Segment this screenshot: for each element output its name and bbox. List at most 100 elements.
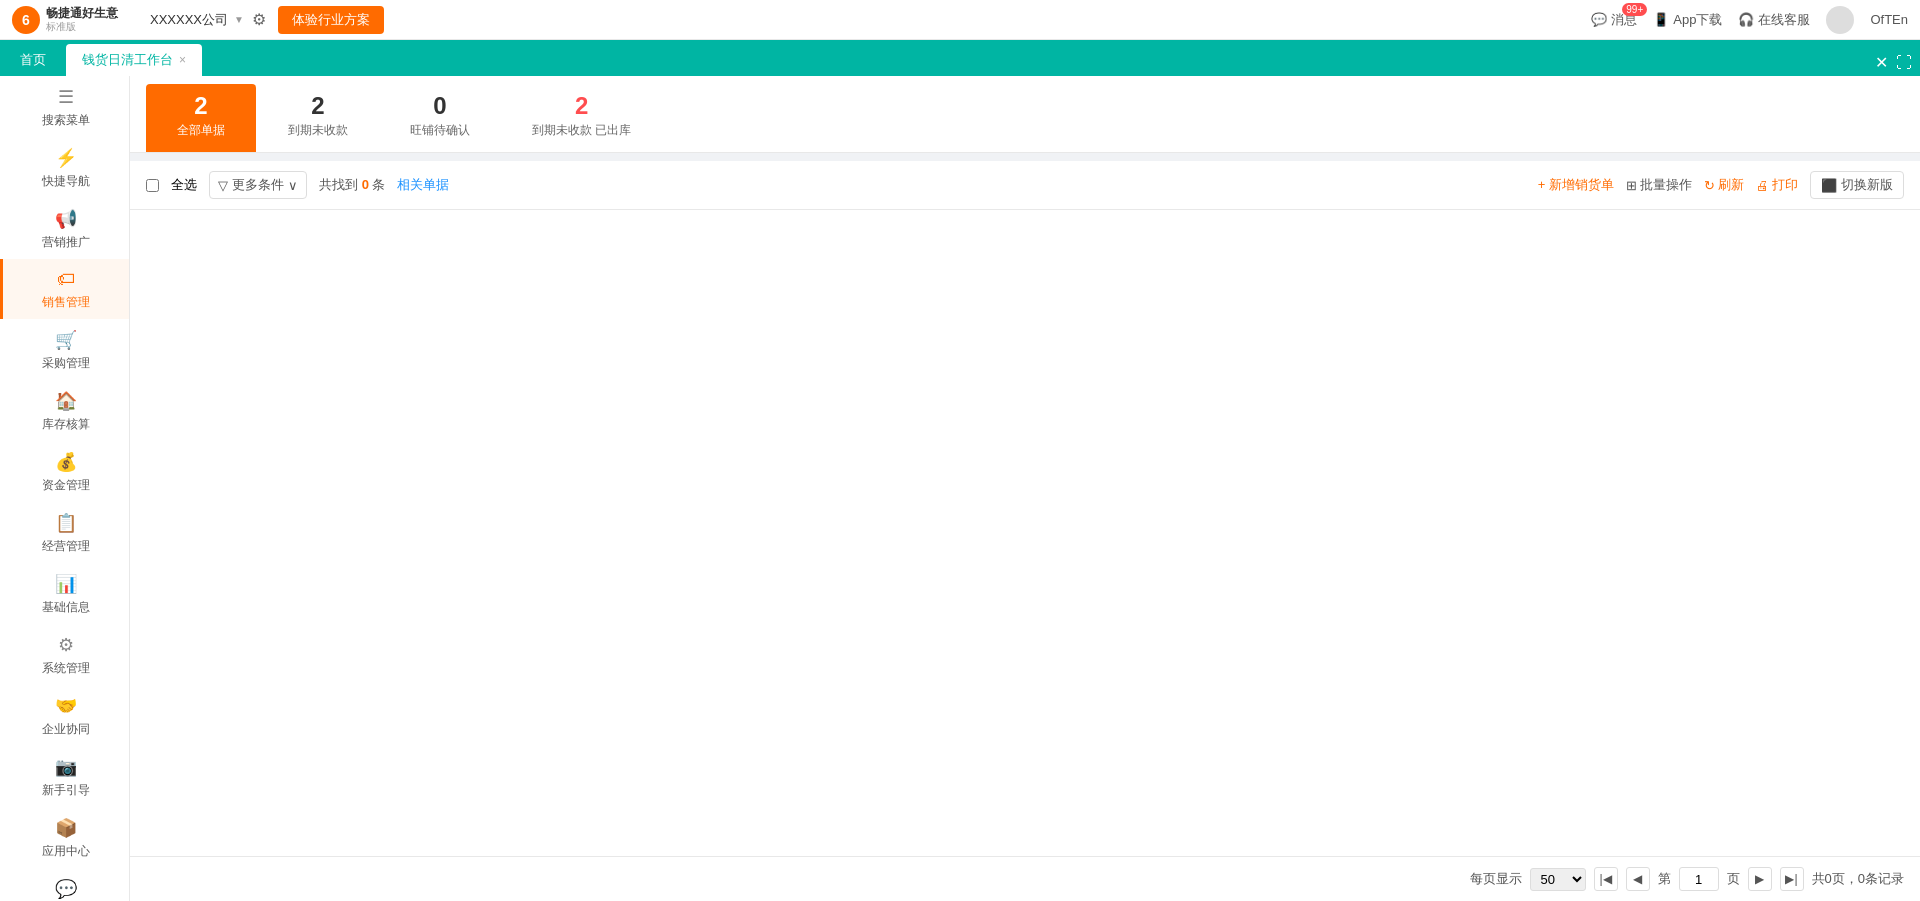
sidebar-item-app-center[interactable]: 📦 应用中心	[0, 807, 129, 868]
message-action[interactable]: 💬 消息 99+	[1591, 11, 1637, 29]
stat-tab-wangpu[interactable]: 0 旺铺待确认	[380, 84, 500, 152]
sidebar-item-marketing[interactable]: 📢 营销推广	[0, 198, 129, 259]
batch-icon: ⊞	[1626, 178, 1637, 193]
stat-tab-overdue[interactable]: 2 到期未收款	[258, 84, 378, 152]
next-page-button[interactable]: ▶	[1748, 867, 1772, 891]
sidebar-item-sales[interactable]: 🏷 销售管理	[0, 259, 129, 319]
tab-home[interactable]: 首页	[4, 44, 62, 76]
stat-tab-unshipped[interactable]: 2 到期未收款 已出库	[502, 84, 661, 152]
window-close-icon[interactable]: ✕	[1875, 53, 1888, 72]
new-sales-order-button[interactable]: + 新增销货单	[1538, 176, 1614, 194]
stat-num-wangpu: 0	[433, 92, 446, 120]
select-all-label: 全选	[171, 176, 197, 194]
nav-tabs: 首页 钱货日清工作台 × ✕ ⛶	[0, 40, 1920, 76]
headset-icon: 🎧	[1738, 12, 1754, 27]
filter-arrow-icon: ∨	[288, 178, 298, 193]
guide-icon: 📷	[55, 756, 77, 778]
company-selector[interactable]: XXXXXX公司 ▼	[150, 11, 244, 29]
operations-icon: 📋	[55, 512, 77, 534]
filter-label: 更多条件	[232, 176, 284, 194]
stat-num-all: 2	[194, 92, 207, 120]
trial-button[interactable]: 体验行业方案	[278, 6, 384, 34]
app-download-action[interactable]: 📱 App下载	[1653, 11, 1722, 29]
tab-close-icon[interactable]: ×	[179, 53, 186, 67]
print-icon: 🖨	[1756, 178, 1769, 193]
stat-tab-all[interactable]: 2 全部单据	[146, 84, 256, 152]
sidebar-item-basic-info[interactable]: 📊 基础信息	[0, 563, 129, 624]
system-icon: ⚙	[58, 634, 74, 656]
logo-area: 6 畅捷通好生意 标准版	[12, 6, 142, 34]
sidebar-item-guide[interactable]: 📷 新手引导	[0, 746, 129, 807]
related-records-link[interactable]: 相关单据	[397, 176, 449, 194]
company-name: XXXXXX公司	[150, 11, 228, 29]
quick-nav-icon: ⚡	[55, 147, 77, 169]
logo-icon: 6	[12, 6, 40, 34]
stats-tabs: 2 全部单据 2 到期未收款 0 旺铺待确认 2 到期未收款 已出库	[130, 76, 1920, 153]
total-info: 共0页，0条记录	[1812, 870, 1904, 888]
tab-active[interactable]: 钱货日清工作台 ×	[66, 44, 202, 76]
filter-button[interactable]: ▽ 更多条件 ∨	[209, 171, 307, 199]
page-unit: 页	[1727, 870, 1740, 888]
chevron-down-icon: ▼	[234, 14, 244, 25]
sidebar-item-wechat[interactable]: 💬 企业微信	[0, 868, 129, 901]
found-count: 0	[362, 177, 369, 192]
select-all-checkbox[interactable]	[146, 179, 159, 192]
stat-num-unshipped: 2	[575, 92, 588, 120]
app-download-label: App下载	[1673, 11, 1722, 29]
purchase-icon: 🛒	[55, 329, 77, 351]
stat-label-wangpu: 旺铺待确认	[410, 122, 470, 139]
nav-right-actions: ✕ ⛶	[1875, 53, 1920, 76]
header-right: 💬 消息 99+ 📱 App下载 🎧 在线客服 OfTEn	[1591, 6, 1908, 34]
page-number-input[interactable]	[1679, 867, 1719, 891]
switch-version-button[interactable]: ⬛ 切换新版	[1810, 171, 1904, 199]
sidebar-item-cooperation[interactable]: 🤝 企业协同	[0, 685, 129, 746]
basic-info-icon: 📊	[55, 573, 77, 595]
stat-label-overdue: 到期未收款	[288, 122, 348, 139]
app-name: 畅捷通好生意	[46, 6, 118, 20]
switch-icon: ⬛	[1821, 178, 1837, 193]
sidebar-item-operations[interactable]: 📋 经营管理	[0, 502, 129, 563]
sidebar-item-purchase[interactable]: 🛒 采购管理	[0, 319, 129, 380]
sidebar-item-quick-nav[interactable]: ⚡ 快捷导航	[0, 137, 129, 198]
prev-page-button[interactable]: ◀	[1626, 867, 1650, 891]
avatar[interactable]	[1826, 6, 1854, 34]
batch-operation-button[interactable]: ⊞ 批量操作	[1626, 176, 1692, 194]
filter-icon: ▽	[218, 178, 228, 193]
refresh-button[interactable]: ↻ 刷新	[1704, 176, 1744, 194]
sidebar-item-inventory[interactable]: 🏠 库存核算	[0, 380, 129, 441]
app-download-icon: 📱	[1653, 12, 1669, 27]
found-text: 共找到 0 条	[319, 176, 385, 194]
last-page-button[interactable]: ▶|	[1780, 867, 1804, 891]
stat-label-unshipped: 到期未收款 已出库	[532, 122, 631, 139]
sidebar-item-system[interactable]: ⚙ 系统管理	[0, 624, 129, 685]
table-area	[130, 210, 1920, 856]
logo-text: 畅捷通好生意 标准版	[46, 6, 118, 32]
print-button[interactable]: 🖨 打印	[1756, 176, 1798, 194]
top-header: 6 畅捷通好生意 标准版 XXXXXX公司 ▼ ⚙ 体验行业方案 💬 消息 99…	[0, 0, 1920, 40]
finance-icon: 💰	[55, 451, 77, 473]
app-sub: 标准版	[46, 21, 118, 33]
online-service-action[interactable]: 🎧 在线客服	[1738, 11, 1810, 29]
pagination-footer: 每页显示 50 10 20 100 |◀ ◀ 第 页 ▶ ▶| 共0页，0条记录	[130, 856, 1920, 901]
sales-icon: 🏷	[57, 269, 75, 290]
sidebar-item-search[interactable]: ☰ 搜索菜单	[0, 76, 129, 137]
content-area: 2 全部单据 2 到期未收款 0 旺铺待确认 2 到期未收款 已出库 全选 ▽ …	[130, 76, 1920, 901]
per-page-select[interactable]: 50 10 20 100	[1530, 868, 1586, 891]
cooperation-icon: 🤝	[55, 695, 77, 717]
first-page-button[interactable]: |◀	[1594, 867, 1618, 891]
message-badge: 99+	[1622, 3, 1647, 16]
window-maximize-icon[interactable]: ⛶	[1896, 54, 1912, 72]
sidebar: ☰ 搜索菜单 ⚡ 快捷导航 📢 营销推广 🏷 销售管理 🛒 采购管理 🏠 库存核…	[0, 76, 130, 901]
sidebar-item-finance[interactable]: 💰 资金管理	[0, 441, 129, 502]
toolbar-right: + 新增销货单 ⊞ 批量操作 ↻ 刷新 🖨 打印 ⬛ 切换新版	[1538, 171, 1904, 199]
stat-num-overdue: 2	[311, 92, 324, 120]
refresh-icon: ↻	[1704, 178, 1715, 193]
user-name: OfTEn	[1870, 12, 1908, 27]
stat-label-all: 全部单据	[177, 122, 225, 139]
online-service-label: 在线客服	[1758, 11, 1810, 29]
marketing-icon: 📢	[55, 208, 77, 230]
per-page-label: 每页显示	[1470, 870, 1522, 888]
settings-icon[interactable]: ⚙	[252, 10, 266, 29]
main-layout: ☰ 搜索菜单 ⚡ 快捷导航 📢 营销推广 🏷 销售管理 🛒 采购管理 🏠 库存核…	[0, 76, 1920, 901]
message-icon: 💬	[1591, 12, 1607, 27]
